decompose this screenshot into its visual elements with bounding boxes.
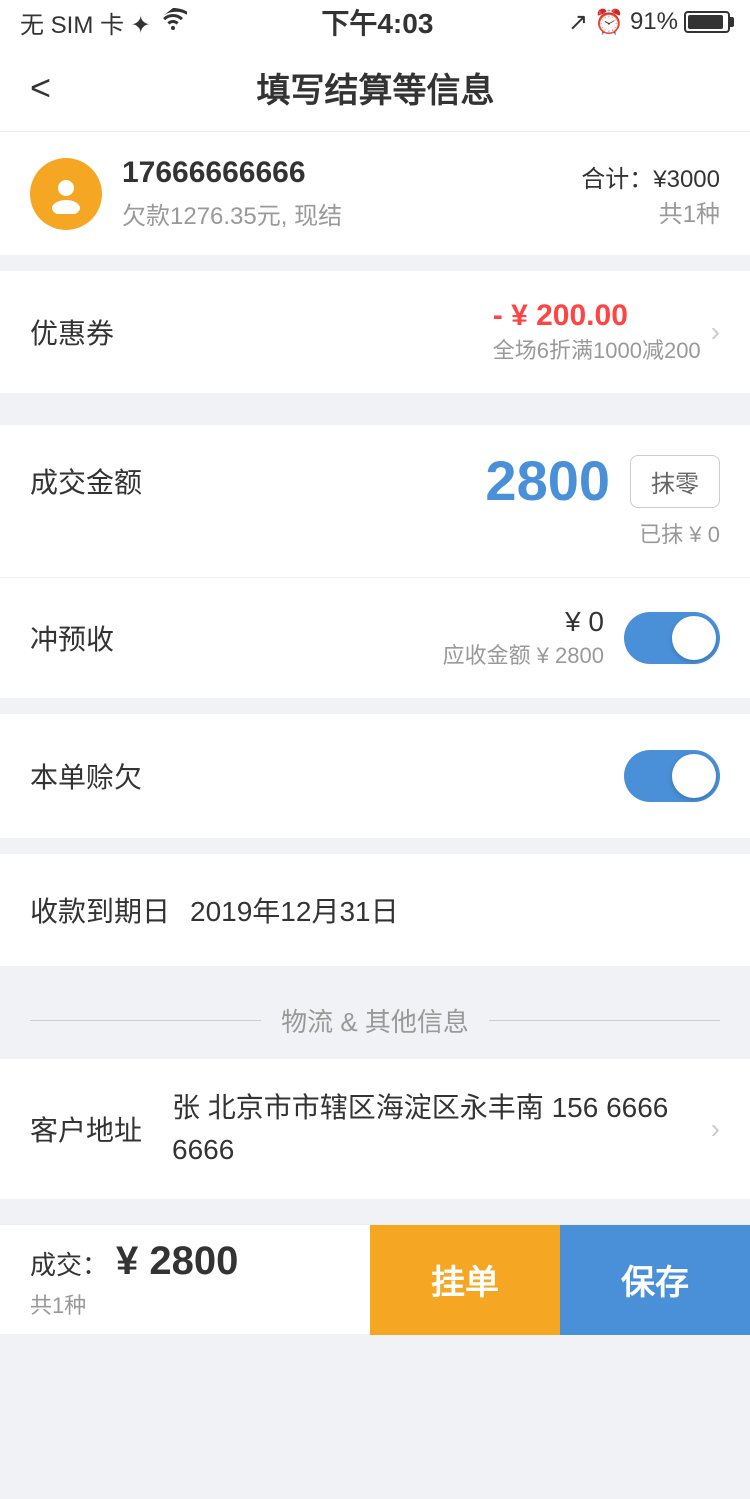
page-title: 填写结算等信息 bbox=[71, 63, 680, 112]
total-amount: ¥3000 bbox=[653, 166, 720, 193]
coupon-row[interactable]: 优惠券 - ¥ 200.00 全场6折满1000减200 › bbox=[0, 271, 750, 393]
bottom-bar: 成交： ¥ 2800 共1种 挂单 保存 bbox=[0, 1224, 750, 1334]
alarm-icon: ⏰ bbox=[594, 8, 624, 37]
bottom-deal-label: 成交： bbox=[30, 1245, 108, 1282]
wifi-icon bbox=[159, 8, 187, 37]
save-button[interactable]: 保存 bbox=[560, 1225, 750, 1335]
chevron-right-icon: › bbox=[711, 316, 720, 348]
logistics-line-left bbox=[30, 1020, 261, 1021]
status-left: 无 SIM 卡 ✦ bbox=[20, 5, 187, 40]
toggle-knob bbox=[672, 616, 716, 660]
deal-amount-section: 成交金额 2800 抹零 已抹 ¥ 0 bbox=[0, 425, 750, 577]
coupon-label: 优惠券 bbox=[30, 312, 114, 352]
prereceive-amount: ¥ 0 bbox=[443, 606, 604, 638]
bottom-summary: 成交： ¥ 2800 共1种 bbox=[0, 1239, 370, 1320]
battery-pct: 91% bbox=[630, 8, 678, 36]
debt-toggle[interactable] bbox=[624, 750, 720, 802]
bottom-deal-amount: ¥ 2800 bbox=[116, 1239, 238, 1284]
no-sim-label: 无 SIM 卡 ✦ bbox=[20, 5, 151, 40]
total-count: 共1种 bbox=[581, 194, 720, 229]
coupon-description: 全场6折满1000减200 bbox=[493, 333, 701, 365]
customer-left: 17666666666 欠款1276.35元, 现结 bbox=[30, 156, 342, 231]
prereceive-toggle[interactable] bbox=[624, 612, 720, 664]
status-bar: 无 SIM 卡 ✦ 下午4:03 ↗ ⏰ 91% bbox=[0, 0, 750, 44]
due-date-value: 2019年12月31日 bbox=[190, 890, 399, 930]
bottom-count: 共1种 bbox=[30, 1288, 340, 1320]
status-right: ↗ ⏰ 91% bbox=[568, 8, 730, 37]
deal-sub-text: 已抹 ¥ 0 bbox=[639, 522, 720, 547]
deal-amount-group: 2800 抹零 bbox=[485, 453, 720, 509]
logistics-divider: 物流 & 其他信息 bbox=[0, 982, 750, 1059]
address-chevron-icon: › bbox=[711, 1113, 720, 1145]
total-label: 合计：¥3000 bbox=[581, 159, 720, 194]
deal-amount-value: 2800 bbox=[485, 453, 610, 509]
deal-row: 成交金额 2800 抹零 bbox=[30, 453, 720, 509]
section-divider-2 bbox=[0, 698, 750, 714]
customer-phone: 17666666666 bbox=[122, 156, 342, 190]
address-label: 客户地址 bbox=[30, 1109, 142, 1149]
prereceive-amount-group: ¥ 0 应收金额 ¥ 2800 bbox=[443, 606, 604, 670]
back-button[interactable]: < bbox=[30, 57, 71, 119]
customer-card: 17666666666 欠款1276.35元, 现结 合计：¥3000 共1种 bbox=[0, 132, 750, 255]
section-divider-1 bbox=[0, 409, 750, 425]
debt-toggle-knob bbox=[672, 754, 716, 798]
due-date-label: 收款到期日 bbox=[30, 890, 170, 930]
prereceive-sub: 应收金额 ¥ 2800 bbox=[443, 638, 604, 670]
nav-bar: < 填写结算等信息 bbox=[0, 44, 750, 132]
status-time: 下午4:03 bbox=[321, 2, 433, 42]
prereceive-label: 冲预收 bbox=[30, 618, 114, 658]
prereceive-row: 冲预收 ¥ 0 应收金额 ¥ 2800 bbox=[30, 606, 720, 670]
battery-icon bbox=[684, 11, 730, 33]
address-section[interactable]: 客户地址 张 北京市市辖区海淀区永丰南 156 6666 6666 › bbox=[0, 1059, 750, 1199]
location-icon: ↗ bbox=[568, 8, 588, 37]
hang-order-button[interactable]: 挂单 bbox=[370, 1225, 560, 1335]
coupon-discount: - ¥ 200.00 bbox=[493, 299, 628, 332]
debt-section: 本单赊欠 bbox=[0, 714, 750, 838]
address-value: 张 北京市市辖区海淀区永丰南 156 6666 6666 bbox=[172, 1087, 711, 1171]
round-down-button[interactable]: 抹零 bbox=[630, 455, 720, 508]
customer-info: 17666666666 欠款1276.35元, 现结 bbox=[122, 156, 342, 231]
debt-label: 本单赊欠 bbox=[30, 756, 142, 796]
customer-debt: 欠款1276.35元, 现结 bbox=[122, 196, 342, 231]
bottom-deal-row: 成交： ¥ 2800 bbox=[30, 1239, 340, 1284]
prereceive-right: ¥ 0 应收金额 ¥ 2800 bbox=[443, 606, 720, 670]
logistics-text: 物流 & 其他信息 bbox=[281, 1002, 469, 1039]
prereceive-section: 冲预收 ¥ 0 应收金额 ¥ 2800 bbox=[0, 577, 750, 698]
coupon-right: - ¥ 200.00 全场6折满1000减200 › bbox=[493, 299, 720, 365]
customer-total: 合计：¥3000 共1种 bbox=[581, 159, 720, 229]
avatar bbox=[30, 158, 102, 230]
deal-amount-label: 成交金额 bbox=[30, 461, 142, 501]
due-date-section: 收款到期日 2019年12月31日 bbox=[0, 854, 750, 966]
logistics-line-right bbox=[489, 1020, 720, 1021]
